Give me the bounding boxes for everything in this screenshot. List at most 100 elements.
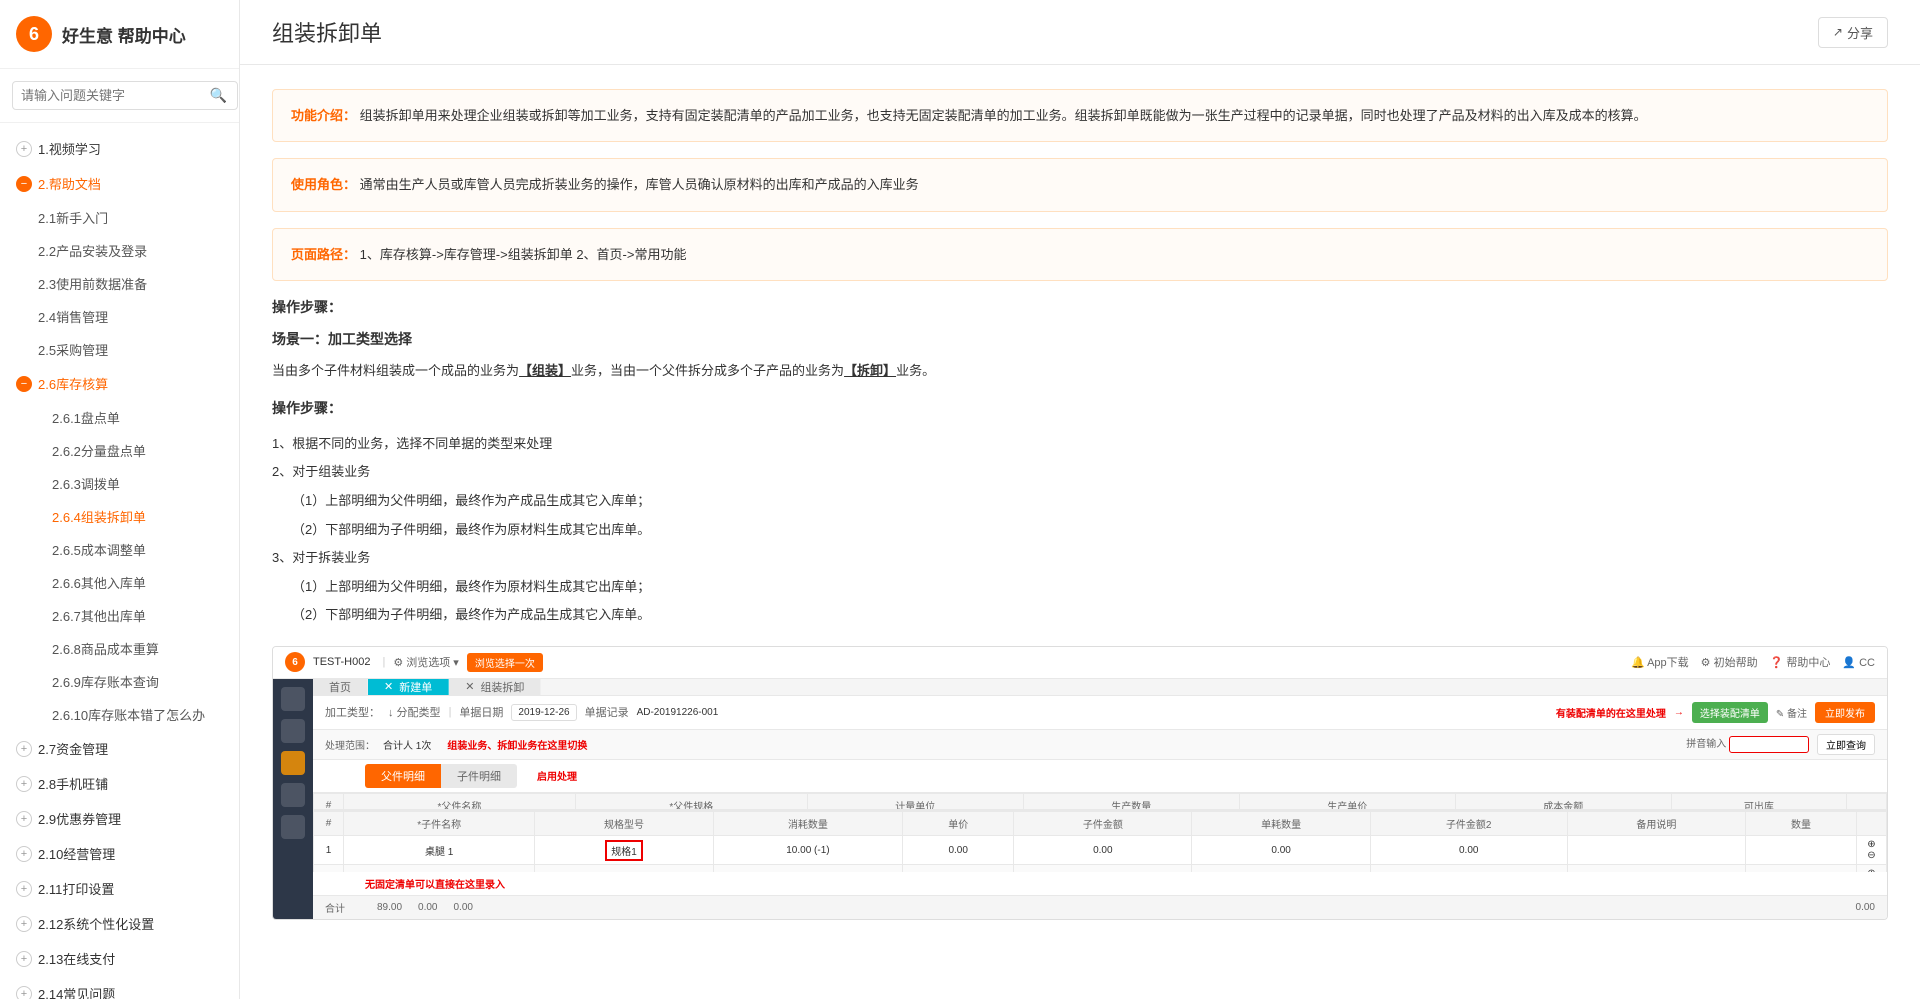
search-button[interactable]: 🔍	[210, 87, 227, 104]
search-input[interactable]	[12, 81, 238, 110]
sidebar-item-211[interactable]: + 2.11打印设置	[0, 871, 239, 906]
toolbar-type-org: ↓ 分配类型	[388, 704, 441, 720]
sidebar-item-docs[interactable]: − 2.帮助文档	[0, 166, 239, 201]
expand-icon: +	[16, 141, 32, 157]
confirm-btn[interactable]: 立即发布	[1815, 702, 1875, 723]
app-topbar-logo: 6	[285, 652, 305, 672]
sidebar-item-videos[interactable]: + 1.视频学习	[0, 131, 239, 166]
bth-amt2: 子件金额2	[1370, 812, 1567, 836]
th-cost: 成本金额	[1455, 793, 1671, 809]
collapse-26-icon: −	[16, 376, 32, 392]
pinyin-input[interactable]	[1729, 736, 1809, 753]
sidebar-item-210[interactable]: + 2.10经营管理	[0, 836, 239, 871]
th-parent-name: *父件名称	[344, 793, 576, 809]
sidebar-item-212[interactable]: + 2.12系统个性化设置	[0, 906, 239, 941]
step-2-1: （1）上部明细为父件明细，最终作为产成品生成其它入库单；	[272, 487, 1888, 516]
sidebar-item-26[interactable]: − 2.6库存核算	[0, 366, 239, 401]
table-row: 1 桌腿 1 规格1 10.00 (-1) 0.00 0.00 0.00	[314, 836, 1887, 865]
sidebar-item-28[interactable]: + 2.8手机旺铺	[0, 766, 239, 801]
app-tab-assembly[interactable]: ✕ 组装拆卸	[449, 679, 541, 695]
sidebar-item-213[interactable]: + 2.13在线支付	[0, 941, 239, 976]
sidebar-item-29[interactable]: + 2.9优惠券管理	[0, 801, 239, 836]
expand-212-icon: +	[16, 916, 32, 932]
sidebar-item-21[interactable]: 2.1新手入门	[0, 201, 239, 234]
step-1: 1、根据不同的业务，选择不同单据的类型来处理	[272, 430, 1888, 459]
screenshot: 6 TEST-H002 | ⚙ 浏览选项 ▾ 浏览选择一次 🔔 App下载 ⚙ …	[272, 646, 1888, 920]
bottom-table-container: # *子件名称 规格型号 消耗数量 单价 子件金额 单耗数量 子件金额2 备用说	[313, 809, 1887, 872]
app-tabs: 首页 ✕ 新建单 ✕ 组装拆卸	[313, 679, 1887, 696]
sidebar-item-266[interactable]: 2.6.6其他入库单	[0, 566, 239, 599]
bth-name: *子件名称	[344, 812, 535, 836]
bth-amt: 子件金额	[1014, 812, 1192, 836]
scenario-desc-text: 当由多个子件材料组装成一个成品的业务为【组装】业务，当由一个父件拆分成多个子产品…	[272, 363, 935, 378]
sidebar-item-24[interactable]: 2.4销售管理	[0, 300, 239, 333]
search-box: 🔍	[0, 69, 239, 123]
sidebar-item-269[interactable]: 2.6.9库存账本查询	[0, 665, 239, 698]
ops-title: 操作步骤：	[272, 297, 1888, 317]
page-title: 组装拆卸单	[272, 16, 382, 48]
app-toolbar: 加工类型： ↓ 分配类型 | 单据日期 2019-12-26 单据记录 AD-2…	[313, 696, 1887, 730]
scenario-title-text: 场景一：加工类型选择	[272, 331, 412, 347]
nav-tree: + 1.视频学习 − 2.帮助文档 2.1新手入门 2.2产品安装及登录 2.3…	[0, 123, 239, 999]
sidebar-item-23[interactable]: 2.3使用前数据准备	[0, 267, 239, 300]
expand-211-icon: +	[16, 881, 32, 897]
bth-ops	[1857, 812, 1887, 836]
sidebar-item-22[interactable]: 2.2产品安装及登录	[0, 234, 239, 267]
path-block: 页面路径： 1、库存核算->库存管理->组装拆卸单 2、首页->常用功能	[272, 228, 1888, 281]
sidebar-item-25[interactable]: 2.5采购管理	[0, 333, 239, 366]
expand-29-icon: +	[16, 811, 32, 827]
func-intro-text: 组装拆卸单用来处理企业组装或拆卸等加工业务，支持有固定装配清单的产品加工业务，也…	[360, 108, 1647, 123]
sidebar-item-27[interactable]: + 2.7资金管理	[0, 731, 239, 766]
select-list-btn[interactable]: 选择装配清单	[1692, 702, 1768, 723]
bottom-table: # *子件名称 规格型号 消耗数量 单价 子件金额 单耗数量 子件金额2 备用说	[313, 811, 1887, 872]
annotation-select-list: 有装配清单的在这里处理	[1556, 705, 1666, 720]
app-topbar: 6 TEST-H002 | ⚙ 浏览选项 ▾ 浏览选择一次 🔔 App下载 ⚙ …	[273, 647, 1887, 679]
th-parent-spec: *父件规格	[575, 793, 807, 809]
toolbar-date-val: 2019-12-26	[511, 704, 576, 721]
toolbar-label-date: 单据日期	[459, 704, 503, 720]
bth-spec: 规格型号	[535, 812, 713, 836]
expand-213-icon: +	[16, 951, 32, 967]
role-text: 通常由生产人员或库管人员完成折装业务的操作，库管人员确认原材料的出库和产成品的入…	[360, 177, 919, 192]
sidebar-item-262[interactable]: 2.6.2分量盘点单	[0, 434, 239, 467]
tab-parent-detail[interactable]: 父件明细	[365, 764, 441, 788]
th-price: 生产单价	[1239, 793, 1455, 809]
step-2: 2、对于组装业务	[272, 458, 1888, 487]
sidebar-item-214[interactable]: + 2.14常见问题	[0, 976, 239, 999]
step-3-1: （1）上部明细为父件明细，最终作为原材料生成其它出库单；	[272, 573, 1888, 602]
share-button[interactable]: ↗ 分享	[1818, 17, 1888, 48]
tab-child-detail[interactable]: 子件明细	[441, 764, 517, 788]
summary-row: 合计 89.00 0.00 0.00 0.00	[313, 895, 1887, 919]
main-content: 功能介绍： 组装拆卸单用来处理企业组装或拆卸等加工业务，支持有固定装配清单的产品…	[240, 65, 1920, 999]
main-header: 组装拆卸单 ↗ 分享	[240, 0, 1920, 65]
toolbar-label-code: 单据记录	[585, 704, 629, 720]
share-icon: ↗	[1833, 25, 1843, 39]
sidebar-item-267[interactable]: 2.6.7其他出库单	[0, 599, 239, 632]
sidebar-item-263[interactable]: 2.6.3调拨单	[0, 467, 239, 500]
path-text: 1、库存核算->库存管理->组装拆卸单 2、首页->常用功能	[360, 247, 687, 262]
scenario-desc: 当由多个子件材料组装成一个成品的业务为【组装】业务，当由一个父件拆分成多个子产品…	[272, 357, 1888, 386]
sidebar-item-265[interactable]: 2.6.5成本调整单	[0, 533, 239, 566]
bth-note: 备用说明	[1567, 812, 1745, 836]
annotation-switch: 组装业务、拆卸业务在这里切换	[447, 737, 587, 752]
bottom-annotation-row: 无固定清单可以直接在这里录入	[313, 872, 1887, 895]
func-intro-label: 功能介绍：	[291, 108, 356, 123]
sidebar-item-2610[interactable]: 2.6.10库存账本错了怎么办	[0, 698, 239, 731]
sidebar-item-264[interactable]: 2.6.4组装拆卸单	[0, 500, 239, 533]
func-intro-block: 功能介绍： 组装拆卸单用来处理企业组装或拆卸等加工业务，支持有固定装配清单的产品…	[272, 89, 1888, 142]
collapse-icon: −	[16, 176, 32, 192]
expand-210-icon: +	[16, 846, 32, 862]
step-3-2: （2）下部明细为子件明细，最终作为产成品生成其它入库单。	[272, 601, 1888, 630]
role-label: 使用角色：	[291, 177, 356, 192]
table-row: 2 桌腿 2 规格2 10.00 (-1) 0.00 0.00 0.00 0.0…	[314, 865, 1887, 872]
sidebar-icon-1	[281, 687, 305, 711]
th-available: 可出库	[1671, 793, 1846, 809]
sidebar-logo: 6 好生意 帮助中心	[0, 0, 239, 69]
sidebar-item-268[interactable]: 2.6.8商品成本重算	[0, 632, 239, 665]
scenario-title: 场景一：加工类型选择	[272, 329, 1888, 349]
app-tab-new[interactable]: ✕ 新建单	[368, 679, 449, 695]
search-list-btn[interactable]: 立即查询	[1817, 734, 1875, 755]
sidebar-item-261[interactable]: 2.6.1盘点单	[0, 401, 239, 434]
app-logo-icon: 6	[16, 16, 52, 52]
app-tab-home[interactable]: 首页	[313, 679, 368, 695]
